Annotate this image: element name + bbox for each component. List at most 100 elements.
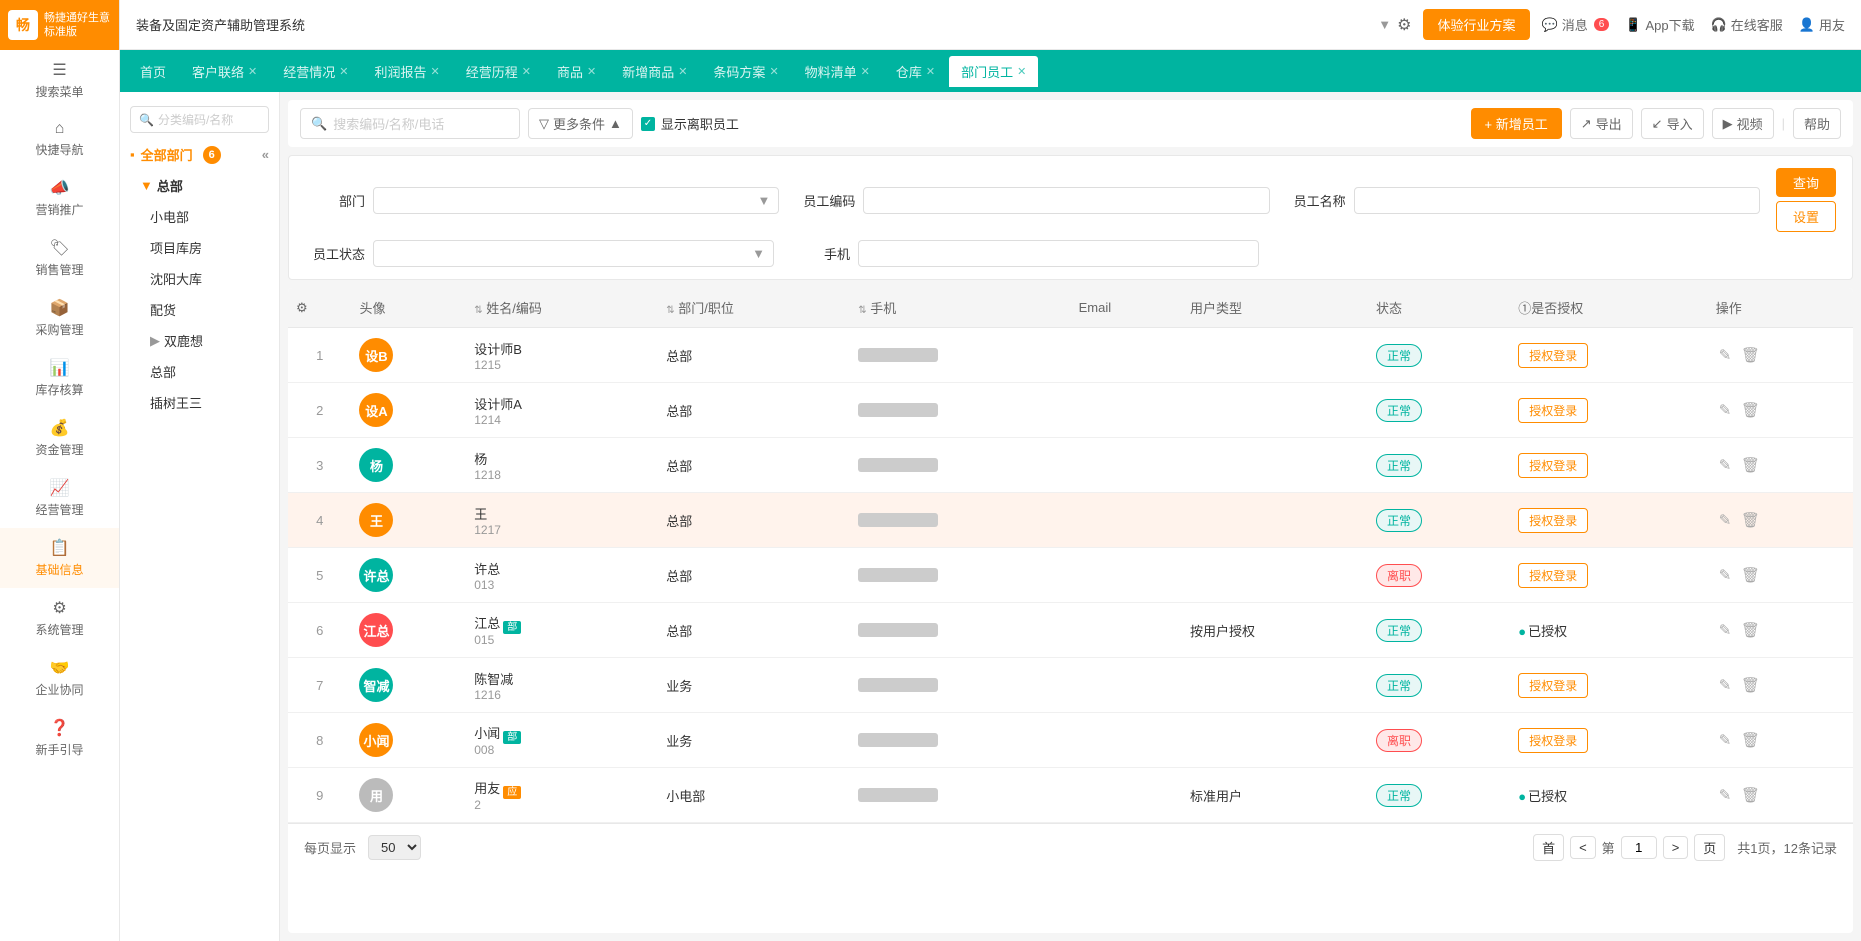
- tab-close-icon[interactable]: ✕: [431, 65, 440, 78]
- dept-item-ph[interactable]: 配货: [120, 294, 279, 325]
- first-page-btn[interactable]: 首: [1533, 834, 1564, 861]
- sidebar-item-enterprise[interactable]: 🤝 企业协同: [0, 648, 119, 708]
- import-btn[interactable]: ↙ 导入: [1641, 108, 1704, 139]
- auth-btn[interactable]: 授权登录: [1518, 343, 1588, 368]
- dept-item-zb[interactable]: 总部: [120, 356, 279, 387]
- export-btn[interactable]: ↗ 导出: [1570, 108, 1633, 139]
- edit-icon[interactable]: ✎: [1719, 732, 1732, 749]
- delete-icon[interactable]: 🗑: [1741, 402, 1760, 419]
- sidebar-item-operation[interactable]: 📈 经营管理: [0, 468, 119, 528]
- experience-btn[interactable]: 体验行业方案: [1423, 9, 1529, 40]
- edit-icon[interactable]: ✎: [1719, 347, 1732, 364]
- status-select[interactable]: ▼: [373, 240, 774, 267]
- phone-input[interactable]: [858, 240, 1259, 267]
- col-phone[interactable]: ⇅ 手机: [850, 288, 1070, 328]
- set-btn[interactable]: 设置: [1776, 201, 1836, 232]
- page-size-select[interactable]: 50: [368, 835, 421, 860]
- tab-operation[interactable]: 经营情况✕: [271, 56, 360, 87]
- last-page-btn[interactable]: 页: [1694, 834, 1725, 861]
- sidebar-item-inventory[interactable]: 📊 库存核算: [0, 348, 119, 408]
- tab-close-icon[interactable]: ✕: [248, 65, 257, 78]
- edit-icon[interactable]: ✎: [1719, 787, 1732, 804]
- edit-icon[interactable]: ✎: [1719, 457, 1732, 474]
- message-btn[interactable]: 💬 消息 6: [1542, 15, 1610, 34]
- dept-select[interactable]: ▼: [373, 187, 779, 214]
- tab-close-icon[interactable]: ✕: [587, 65, 596, 78]
- tab-warehouse[interactable]: 仓库✕: [884, 56, 947, 87]
- tab-bom[interactable]: 物料清单✕: [793, 56, 882, 87]
- page-input[interactable]: [1621, 836, 1657, 859]
- edit-icon[interactable]: ✎: [1719, 622, 1732, 639]
- tab-close-icon[interactable]: ✕: [522, 65, 531, 78]
- sidebar-item-purchase[interactable]: 📦 采购管理: [0, 288, 119, 348]
- collapse-left-icon[interactable]: «: [262, 147, 269, 162]
- col-dept[interactable]: ⇅ 部门/职位: [658, 288, 850, 328]
- auth-btn[interactable]: 授权登录: [1518, 398, 1588, 423]
- dept-item-sy[interactable]: 沈阳大库: [120, 263, 279, 294]
- delete-icon[interactable]: 🗑: [1741, 787, 1760, 804]
- sidebar-item-quick[interactable]: ⌂ 快捷导航: [0, 110, 119, 168]
- online-service-btn[interactable]: 🎧 在线客服: [1711, 15, 1783, 34]
- dept-item-xmkf[interactable]: 项目库房: [120, 232, 279, 263]
- dept-item-css[interactable]: 插树王三: [120, 387, 279, 418]
- tab-close-icon[interactable]: ✕: [861, 65, 870, 78]
- delete-icon[interactable]: 🗑: [1741, 347, 1760, 364]
- auth-btn[interactable]: 授权登录: [1518, 673, 1588, 698]
- edit-icon[interactable]: ✎: [1719, 567, 1732, 584]
- search-wrap[interactable]: 🔍 搜索编码/名称/电话: [300, 108, 520, 139]
- dept-item-general[interactable]: ▼ 总部: [120, 170, 279, 201]
- tab-close-icon[interactable]: ✕: [1017, 65, 1026, 78]
- tab-history[interactable]: 经营历程✕: [454, 56, 543, 87]
- delete-icon[interactable]: 🗑: [1741, 622, 1760, 639]
- show-resigned-label[interactable]: ✓ 显示离职员工: [641, 114, 739, 133]
- dept-search-input[interactable]: 🔍 分类编码/名称: [130, 106, 269, 133]
- tab-barcode[interactable]: 条码方案✕: [701, 56, 790, 87]
- col-settings[interactable]: ⚙: [288, 288, 351, 328]
- user-avatar[interactable]: 👤 用友: [1799, 15, 1845, 34]
- edit-icon[interactable]: ✎: [1719, 677, 1732, 694]
- dropdown-arrow-icon[interactable]: ▼: [1378, 17, 1391, 32]
- view-btn[interactable]: ▶ 视频: [1712, 108, 1774, 139]
- sidebar-item-system[interactable]: ⚙ 系统管理: [0, 588, 119, 648]
- sidebar-item-guide[interactable]: ❓ 新手引导: [0, 708, 119, 768]
- dept-item-sl[interactable]: ▶ 双鹿想: [120, 325, 279, 356]
- next-page-btn[interactable]: >: [1663, 836, 1689, 859]
- delete-icon[interactable]: 🗑: [1741, 512, 1760, 529]
- auth-btn[interactable]: 授权登录: [1518, 728, 1588, 753]
- query-btn[interactable]: 查询: [1776, 168, 1836, 197]
- edit-icon[interactable]: ✎: [1719, 512, 1732, 529]
- delete-icon[interactable]: 🗑: [1741, 457, 1760, 474]
- tab-goods[interactable]: 商品✕: [545, 56, 608, 87]
- gear-icon[interactable]: ⚙: [296, 300, 308, 315]
- sidebar-item-basic[interactable]: 📋 基础信息: [0, 528, 119, 588]
- auth-btn[interactable]: 授权登录: [1518, 508, 1588, 533]
- dept-root[interactable]: ▪ 全部部门 6 «: [120, 139, 279, 170]
- app-download-btn[interactable]: 📱 App下载: [1625, 15, 1694, 34]
- delete-icon[interactable]: 🗑: [1741, 732, 1760, 749]
- delete-icon[interactable]: 🗑: [1741, 567, 1760, 584]
- prev-page-btn[interactable]: <: [1570, 836, 1596, 859]
- tab-add-goods[interactable]: 新增商品✕: [610, 56, 699, 87]
- settings-icon[interactable]: ⚙: [1397, 15, 1411, 35]
- sidebar-item-finance[interactable]: 💰 资金管理: [0, 408, 119, 468]
- emp-code-input[interactable]: [863, 187, 1269, 214]
- tab-close-icon[interactable]: ✕: [339, 65, 348, 78]
- tab-close-icon[interactable]: ✕: [769, 65, 778, 78]
- auth-btn[interactable]: 授权登录: [1518, 453, 1588, 478]
- help-btn[interactable]: 帮助: [1793, 108, 1841, 139]
- delete-icon[interactable]: 🗑: [1741, 677, 1760, 694]
- tab-close-icon[interactable]: ✕: [926, 65, 935, 78]
- add-employee-btn[interactable]: + 新增员工: [1471, 108, 1562, 139]
- tab-customer[interactable]: 客户联络✕: [180, 56, 269, 87]
- tab-profit[interactable]: 利润报告✕: [362, 56, 451, 87]
- edit-icon[interactable]: ✎: [1719, 402, 1732, 419]
- dept-item-xd[interactable]: 小电部: [120, 201, 279, 232]
- sidebar-item-search[interactable]: ☰ 搜索菜单: [0, 50, 119, 110]
- tab-home[interactable]: 首页: [128, 56, 178, 87]
- tab-employee[interactable]: 部门员工✕: [949, 56, 1038, 87]
- more-filter-btn[interactable]: ▽ 更多条件 ▲: [528, 108, 633, 139]
- auth-btn[interactable]: 授权登录: [1518, 563, 1588, 588]
- sidebar-item-marketing[interactable]: 📣 营销推广: [0, 168, 119, 228]
- col-name[interactable]: ⇅ 姓名/编码: [466, 288, 658, 328]
- tab-close-icon[interactable]: ✕: [678, 65, 687, 78]
